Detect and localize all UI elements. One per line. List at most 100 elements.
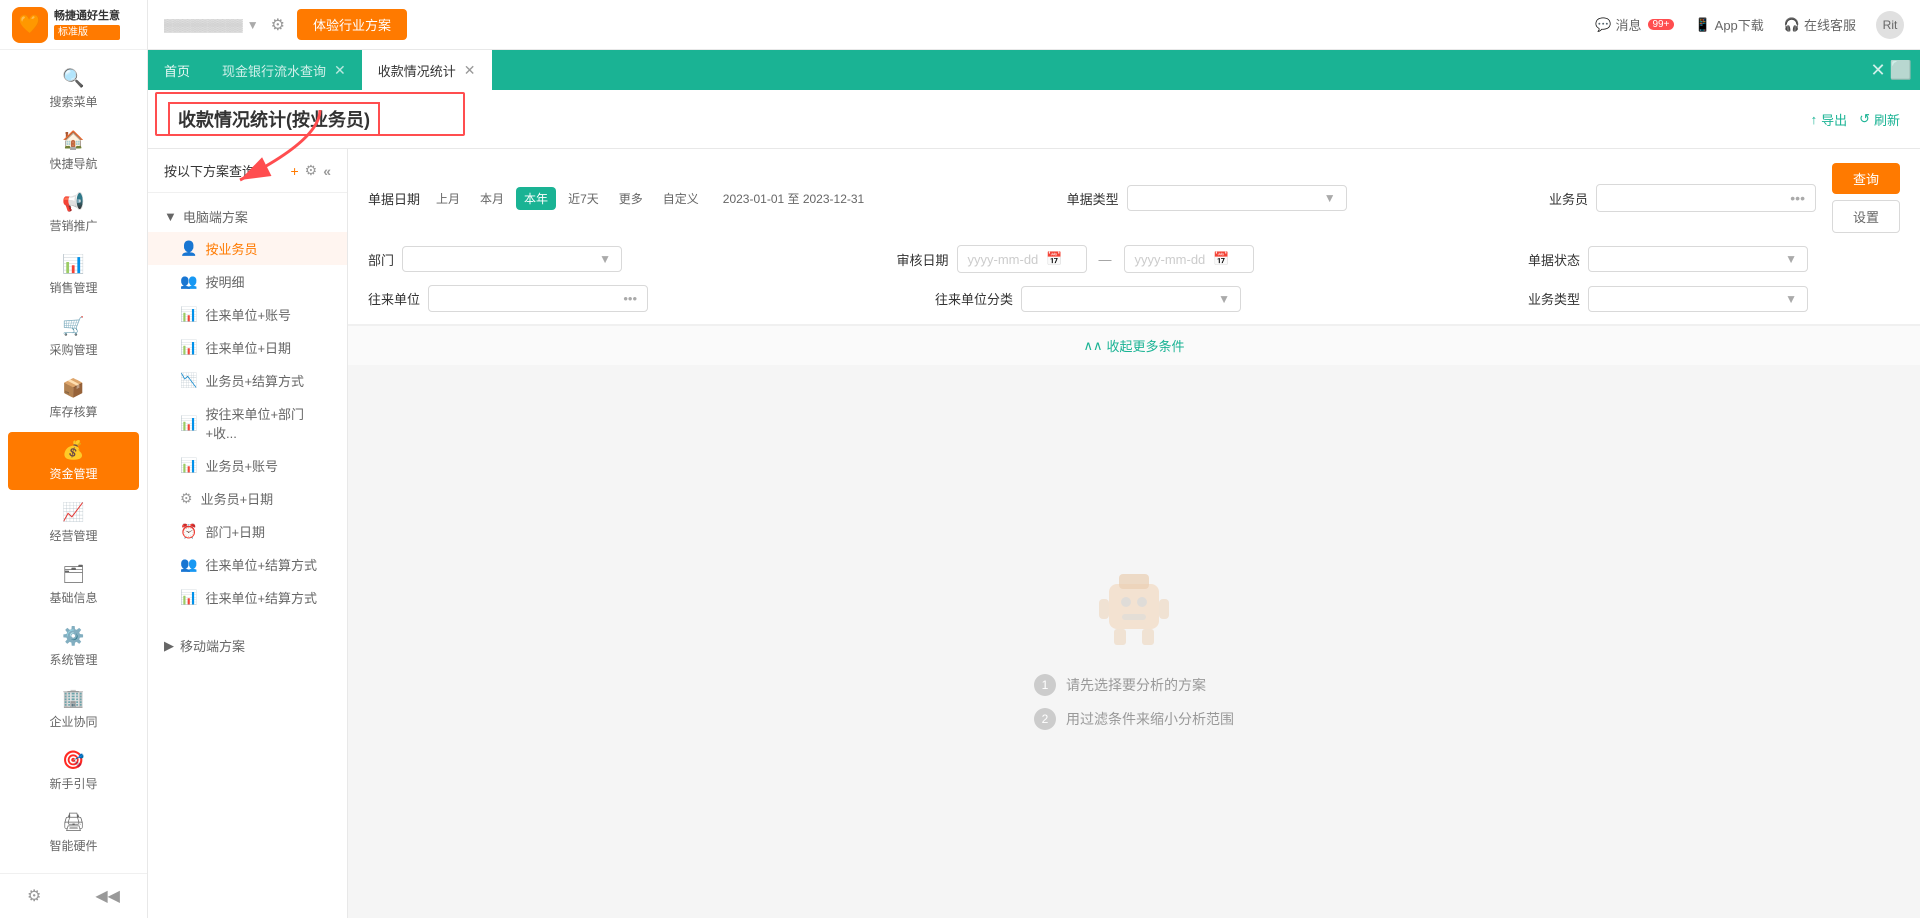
staff-date-icon: ⚙ bbox=[180, 490, 193, 507]
tree-item-unit-calc2[interactable]: 📊 往来单位+结算方式 bbox=[148, 581, 347, 614]
date-tab-last-month[interactable]: 上月 bbox=[428, 187, 468, 210]
trial-button[interactable]: 体验行业方案 bbox=[297, 9, 407, 40]
collapse-button[interactable]: ∧∧ 收起更多条件 bbox=[1083, 336, 1184, 355]
partner-input[interactable]: ••• bbox=[428, 285, 648, 312]
business-type-select[interactable]: ▼ bbox=[1588, 286, 1808, 312]
sidebar-item-quicknav[interactable]: 🏠 快捷导航 bbox=[0, 120, 147, 182]
sidebar-item-inventory[interactable]: 📦 库存核算 bbox=[0, 368, 147, 430]
topbar-left: ▓▓▓▓▓▓▓▓▓ ▼ ⚙ 体验行业方案 bbox=[164, 9, 407, 40]
tab-expand-icon[interactable]: ⬜ bbox=[1890, 60, 1912, 81]
voucher-status-chevron-icon: ▼ bbox=[1785, 252, 1797, 266]
footer-collapse-icon[interactable]: ◀◀ bbox=[95, 886, 120, 906]
calendar-icon: 📅 bbox=[1046, 251, 1062, 267]
sidebar-logo: 🧡 畅捷通好生意 标准版 bbox=[0, 0, 147, 50]
voucher-type-label: 单据类型 bbox=[1067, 189, 1119, 208]
tree-item-unit-dept[interactable]: 📊 按往来单位+部门+收... bbox=[148, 397, 347, 449]
refresh-button[interactable]: ↺ 刷新 bbox=[1859, 110, 1900, 129]
query-button[interactable]: 查询 bbox=[1832, 163, 1900, 194]
left-panel-actions: + ⚙ « bbox=[290, 162, 331, 179]
left-panel: 按以下方案查询 + ⚙ « ▼ 电脑端方案 👤 按业务员 bbox=[148, 149, 348, 918]
sidebar-item-guide[interactable]: 🎯 新手引导 bbox=[0, 740, 147, 802]
filter-row-2: 部门 ▼ 审核日期 yyyy-mm-dd 📅 bbox=[368, 245, 1900, 273]
messages-item[interactable]: 💬 消息 99+ bbox=[1595, 15, 1674, 34]
partner-more-icon[interactable]: ••• bbox=[623, 291, 637, 306]
tree-item-staff-account[interactable]: 📊 业务员+账号 bbox=[148, 449, 347, 482]
app-download-item[interactable]: 📱 App下载 bbox=[1694, 15, 1763, 34]
tree-item-unit-account[interactable]: 📊 往来单位+账号 bbox=[148, 298, 347, 331]
date-label: 单据日期 bbox=[368, 189, 420, 208]
detail-icon: 👥 bbox=[180, 273, 197, 290]
topbar-settings-icon[interactable]: ⚙ bbox=[271, 15, 285, 35]
tree-item-staff-calc[interactable]: 📉 业务员+结算方式 bbox=[148, 364, 347, 397]
sidebar-item-sales[interactable]: 📊 销售管理 bbox=[0, 244, 147, 306]
panel-add-icon[interactable]: + bbox=[290, 163, 298, 179]
online-service-item[interactable]: 🎧 在线客服 bbox=[1784, 15, 1856, 34]
tabbar: 首页 现金银行流水查询 ✕ 收款情况统计 ✕ ✕ ⬜ bbox=[148, 50, 1920, 90]
tree-group-desktop: ▼ 电脑端方案 👤 按业务员 👥 按明细 📊 往来单位+账号 bbox=[148, 193, 347, 622]
tab-bank-close-icon[interactable]: ✕ bbox=[334, 62, 346, 79]
tab-collection-close-icon[interactable]: ✕ bbox=[464, 62, 476, 79]
date-tab-this-month[interactable]: 本月 bbox=[472, 187, 512, 210]
sidebar-item-basic[interactable]: 🗂 基础信息 bbox=[0, 554, 147, 616]
empty-state-illustration bbox=[1084, 554, 1184, 654]
partner-category-select[interactable]: ▼ bbox=[1021, 286, 1241, 312]
voucher-type-select[interactable]: ▼ bbox=[1127, 185, 1347, 211]
export-icon: ↑ bbox=[1811, 112, 1818, 127]
sidebar-item-finance[interactable]: 💰 资金管理 bbox=[8, 432, 139, 490]
sidebar-item-company[interactable]: 🏢 企业协同 bbox=[0, 678, 147, 740]
voucher-status-select[interactable]: ▼ bbox=[1588, 246, 1808, 272]
empty-hints: 1 请先选择要分析的方案 2 用过滤条件来缩小分析范围 bbox=[1034, 674, 1234, 730]
sidebar-item-operation[interactable]: 📈 经营管理 bbox=[0, 492, 147, 554]
date-tab-7days[interactable]: 近7天 bbox=[560, 187, 607, 210]
footer-settings-icon[interactable]: ⚙ bbox=[27, 886, 41, 906]
tab-home[interactable]: 首页 bbox=[148, 50, 206, 90]
operation-icon: 📈 bbox=[62, 502, 84, 523]
tree-item-unit-date[interactable]: 📊 往来单位+日期 bbox=[148, 331, 347, 364]
sidebar-item-marketing[interactable]: 📢 营销推广 bbox=[0, 182, 147, 244]
tree-item-dept-date[interactable]: ⏰ 部门+日期 bbox=[148, 515, 347, 548]
tab-minimize-icon[interactable]: ✕ bbox=[1870, 60, 1885, 81]
dept-select[interactable]: ▼ bbox=[402, 246, 622, 272]
sidebar-footer: ⚙ ◀◀ bbox=[0, 873, 147, 918]
export-button[interactable]: ↑ 导出 bbox=[1811, 110, 1848, 129]
date-tab-this-year[interactable]: 本年 bbox=[516, 187, 556, 210]
review-date-end-input[interactable]: yyyy-mm-dd 📅 bbox=[1124, 245, 1254, 273]
tab-bank[interactable]: 现金银行流水查询 ✕ bbox=[206, 50, 362, 90]
search-icon: 🔍 bbox=[62, 68, 84, 89]
inventory-icon: 📦 bbox=[62, 378, 84, 399]
user-avatar[interactable]: Rit bbox=[1876, 11, 1904, 39]
date-tab-more[interactable]: 更多 bbox=[611, 187, 651, 210]
partner-label: 往来单位 bbox=[368, 289, 420, 308]
settings-button[interactable]: 设置 bbox=[1832, 200, 1900, 233]
guide-icon: 🎯 bbox=[62, 750, 84, 771]
panel-settings-icon[interactable]: ⚙ bbox=[305, 162, 318, 179]
partner-category-label: 往来单位分类 bbox=[935, 289, 1013, 308]
sidebar-item-system[interactable]: ⚙️ 系统管理 bbox=[0, 616, 147, 678]
tree-group-desktop-header[interactable]: ▼ 电脑端方案 bbox=[148, 201, 347, 232]
hint-num-1: 1 bbox=[1034, 674, 1056, 696]
filter-staff-group: 业务员 ••• bbox=[1549, 184, 1816, 212]
empty-hint-2: 2 用过滤条件来缩小分析范围 bbox=[1034, 708, 1234, 730]
refresh-icon: ↺ bbox=[1859, 111, 1870, 127]
tree-item-by-detail[interactable]: 👥 按明细 bbox=[148, 265, 347, 298]
tree-item-by-staff[interactable]: 👤 按业务员 bbox=[148, 232, 347, 265]
sidebar-item-hardware[interactable]: 🖨 智能硬件 bbox=[0, 802, 147, 864]
tree-item-staff-date[interactable]: ⚙ 业务员+日期 bbox=[148, 482, 347, 515]
tree-group-mobile-header[interactable]: ▶ 移动端方案 bbox=[148, 630, 347, 661]
review-date-start-input[interactable]: yyyy-mm-dd 📅 bbox=[957, 245, 1087, 273]
unit-account-icon: 📊 bbox=[180, 306, 197, 323]
message-icon: 💬 bbox=[1595, 17, 1611, 33]
page-actions: ↑ 导出 ↺ 刷新 bbox=[1811, 110, 1900, 129]
panel-collapse-icon[interactable]: « bbox=[323, 163, 331, 179]
staff-select[interactable]: ••• bbox=[1596, 184, 1816, 212]
tree-item-unit-calc1[interactable]: 👥 往来单位+结算方式 bbox=[148, 548, 347, 581]
home-icon: 🏠 bbox=[62, 130, 84, 151]
tab-collection[interactable]: 收款情况统计 ✕ bbox=[362, 50, 492, 90]
sidebar-item-wechat[interactable]: 💬 企业微信 bbox=[0, 864, 147, 873]
topbar-user-selector[interactable]: ▓▓▓▓▓▓▓▓▓ ▼ bbox=[164, 18, 259, 32]
filter-voucher-type-group: 单据类型 ▼ bbox=[1067, 185, 1347, 211]
sidebar-item-search[interactable]: 🔍 搜索菜单 bbox=[0, 58, 147, 120]
staff-more-icon[interactable]: ••• bbox=[1790, 190, 1805, 206]
sidebar-item-purchase[interactable]: 🛒 采购管理 bbox=[0, 306, 147, 368]
date-tab-custom[interactable]: 自定义 bbox=[655, 187, 707, 210]
